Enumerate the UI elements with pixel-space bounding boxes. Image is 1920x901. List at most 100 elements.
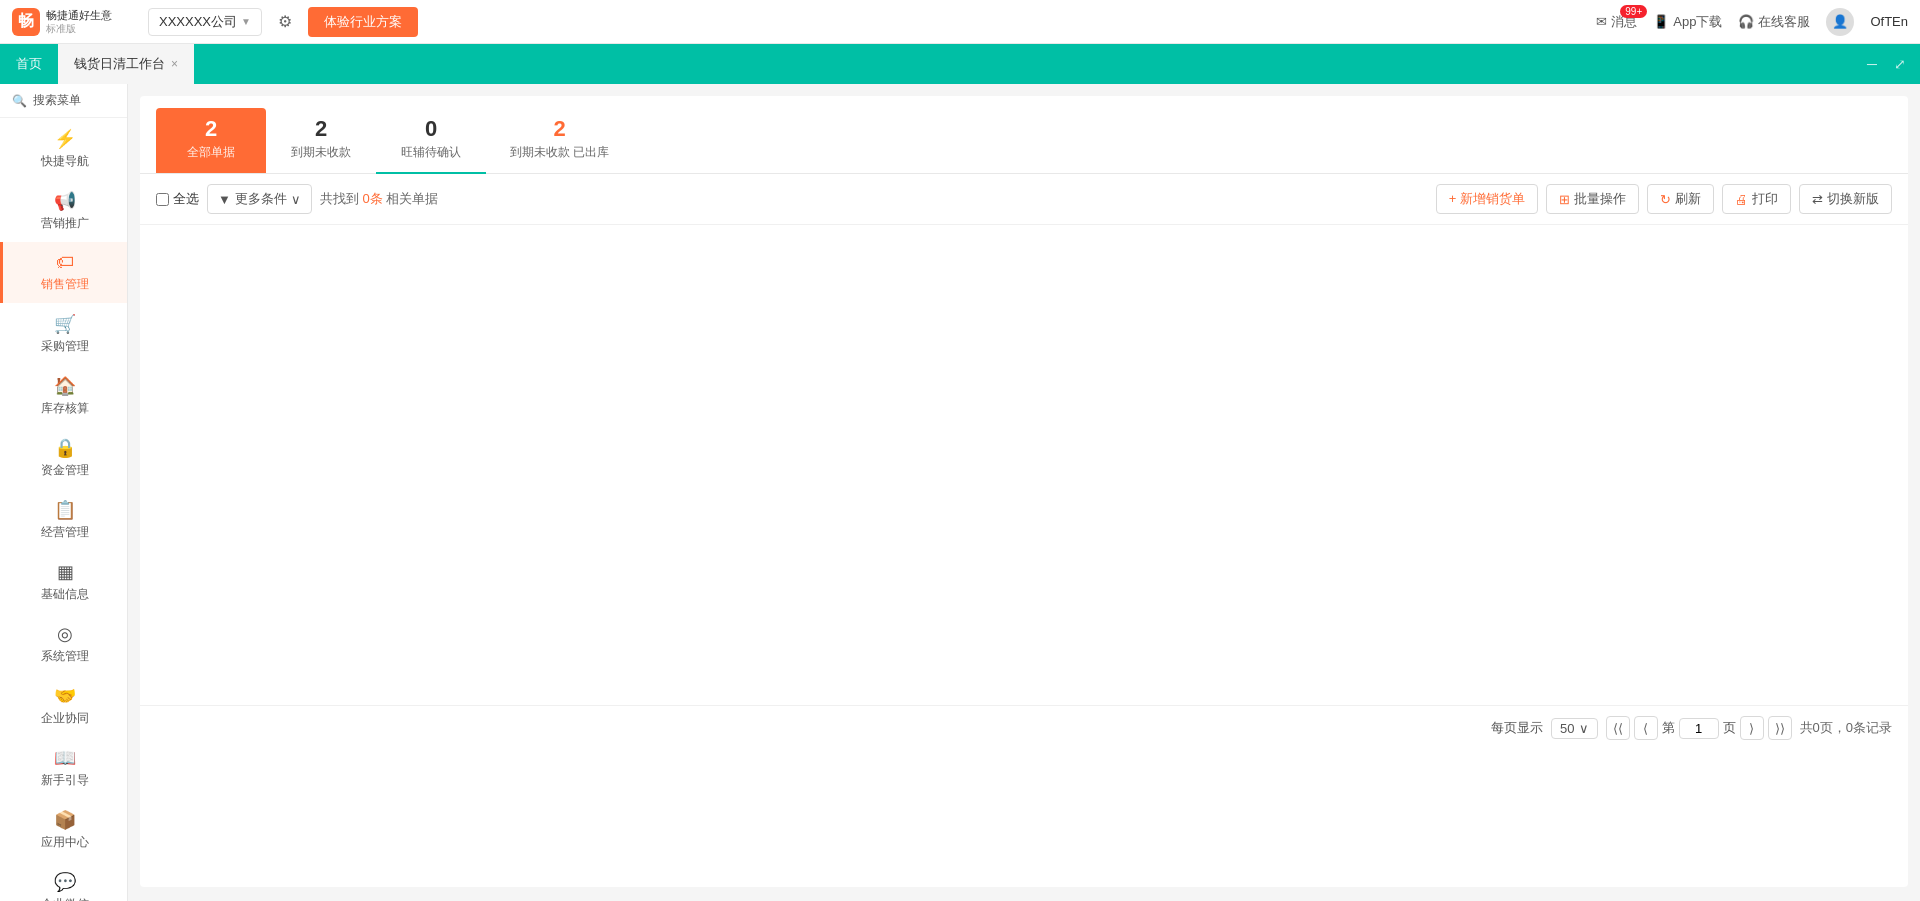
system-icon: ◎: [57, 623, 73, 645]
stat-tab-shipped[interactable]: 2 到期未收款 已出库: [486, 108, 633, 173]
user-icon: 👤: [1832, 14, 1848, 29]
quick-nav-icon: ⚡: [54, 128, 76, 150]
header-right: ✉ 消息 99+ 📱 App下载 🎧 在线客服 👤 OfTEn: [1596, 8, 1908, 36]
basic-info-icon: ▦: [57, 561, 74, 583]
toolbar-left: 全选 ▼ 更多条件 ∨ 共找到 0条 相关单据: [156, 184, 1424, 214]
wechat-icon: 💬: [54, 871, 76, 893]
page-number-input[interactable]: [1679, 718, 1719, 739]
page-size-label: 每页显示: [1491, 719, 1543, 737]
prev-page-button[interactable]: ⟨: [1634, 716, 1658, 740]
sidebar-item-cooperation[interactable]: 🤝 企业协同: [0, 675, 127, 737]
message-badge: 99+: [1620, 5, 1647, 18]
trial-button[interactable]: 体验行业方案: [308, 7, 418, 37]
new-sale-order-button[interactable]: + 新增销货单: [1436, 184, 1538, 214]
stat-num-pending: 0: [425, 116, 437, 142]
total-records: 共0页，0条记录: [1800, 719, 1892, 737]
maximize-button[interactable]: ⤢: [1888, 52, 1912, 76]
tab-home[interactable]: 首页: [0, 44, 58, 84]
batch-operation-button[interactable]: ⊞ 批量操作: [1546, 184, 1639, 214]
page-text: 第: [1662, 719, 1675, 737]
switch-version-button[interactable]: ⇄ 切换新版: [1799, 184, 1892, 214]
tab-bar: 首页 钱货日清工作台 × ─ ⤢: [0, 44, 1920, 84]
pagination: 每页显示 50 ∨ ⟨⟨ ⟨ 第 页 ⟩ ⟩⟩ 共0页，0条记录: [140, 705, 1908, 750]
search-icon: 🔍: [12, 94, 27, 108]
app-download-button[interactable]: 📱 App下载: [1653, 13, 1722, 31]
stat-label-overdue: 到期未收款: [291, 144, 351, 161]
chevron-down-icon: ∨: [291, 192, 301, 207]
service-icon: 🎧: [1738, 14, 1754, 29]
refresh-icon: ↻: [1660, 192, 1671, 207]
sales-icon: 🏷: [56, 252, 74, 273]
stat-num-overdue: 2: [315, 116, 327, 142]
username-label: OfTEn: [1870, 14, 1908, 29]
stat-tab-pending[interactable]: 0 旺辅待确认: [376, 108, 486, 173]
refresh-button[interactable]: ↻ 刷新: [1647, 184, 1714, 214]
app-center-icon: 📦: [54, 809, 76, 831]
sidebar: 🔍 搜索菜单 ⚡ 快捷导航 📢 营销推广 🏷 销售管理 🛒 采购管理 🏠 库存核…: [0, 84, 128, 901]
operation-icon: 📋: [54, 499, 76, 521]
first-page-button[interactable]: ⟨⟨: [1606, 716, 1630, 740]
sidebar-item-inventory[interactable]: 🏠 库存核算: [0, 365, 127, 427]
top-header: 畅 畅捷通好生意 标准版 XXXXXX公司 ▼ ⚙ 体验行业方案 ✉ 消息 99…: [0, 0, 1920, 44]
filter-icon: ▼: [218, 192, 231, 207]
message-icon: ✉: [1596, 14, 1607, 29]
sidebar-item-marketing[interactable]: 📢 营销推广: [0, 180, 127, 242]
logo-area: 畅 畅捷通好生意 标准版: [12, 8, 140, 36]
last-page-button[interactable]: ⟩⟩: [1768, 716, 1792, 740]
close-tab-icon[interactable]: ×: [171, 57, 178, 71]
company-selector[interactable]: XXXXXX公司 ▼: [148, 8, 262, 36]
purchase-icon: 🛒: [54, 313, 76, 335]
toolbar: 全选 ▼ 更多条件 ∨ 共找到 0条 相关单据 + 新增销货单 ⊞: [140, 174, 1908, 225]
tab-bar-actions: ─ ⤢: [1860, 52, 1920, 76]
message-button[interactable]: ✉ 消息 99+: [1596, 13, 1637, 31]
stat-tab-overdue[interactable]: 2 到期未收款: [266, 108, 376, 173]
sidebar-item-system[interactable]: ◎ 系统管理: [0, 613, 127, 675]
batch-icon: ⊞: [1559, 192, 1570, 207]
logo-icon: 畅: [12, 8, 40, 36]
print-button[interactable]: 🖨 打印: [1722, 184, 1791, 214]
tab-work[interactable]: 钱货日清工作台 ×: [58, 44, 194, 84]
guide-icon: 📖: [54, 747, 76, 769]
cooperation-icon: 🤝: [54, 685, 76, 707]
sidebar-item-basic-info[interactable]: ▦ 基础信息: [0, 551, 127, 613]
select-all-input[interactable]: [156, 193, 169, 206]
chevron-down-icon: ∨: [1579, 721, 1589, 736]
stat-num-all: 2: [205, 116, 217, 142]
sidebar-item-purchase[interactable]: 🛒 采购管理: [0, 303, 127, 365]
more-filter-button[interactable]: ▼ 更多条件 ∨: [207, 184, 312, 214]
minimize-button[interactable]: ─: [1860, 52, 1884, 76]
sidebar-item-sales[interactable]: 🏷 销售管理: [0, 242, 127, 303]
stat-label-all: 全部单据: [187, 144, 235, 161]
chevron-down-icon: ▼: [241, 16, 251, 27]
page-suffix: 页: [1723, 719, 1736, 737]
sidebar-item-quick-nav[interactable]: ⚡ 快捷导航: [0, 118, 127, 180]
stat-tab-all[interactable]: 2 全部单据: [156, 108, 266, 173]
page-size-select[interactable]: 50 ∨: [1551, 718, 1597, 739]
sidebar-item-app-center[interactable]: 📦 应用中心: [0, 799, 127, 861]
sidebar-item-finance[interactable]: 🔒 资金管理: [0, 427, 127, 489]
select-all-checkbox[interactable]: 全选: [156, 190, 199, 208]
switch-icon: ⇄: [1812, 192, 1823, 207]
sidebar-item-guide[interactable]: 📖 新手引导: [0, 737, 127, 799]
settings-button[interactable]: ⚙: [270, 7, 300, 37]
found-count: 0条: [363, 191, 383, 206]
stat-label-pending: 旺辅待确认: [401, 144, 461, 161]
avatar[interactable]: 👤: [1826, 8, 1854, 36]
search-menu-button[interactable]: 🔍 搜索菜单: [0, 84, 127, 118]
inventory-icon: 🏠: [54, 375, 76, 397]
sidebar-item-wechat[interactable]: 💬 企业微信: [0, 861, 127, 901]
sidebar-item-operation[interactable]: 📋 经营管理: [0, 489, 127, 551]
finance-icon: 🔒: [54, 437, 76, 459]
next-page-button[interactable]: ⟩: [1740, 716, 1764, 740]
stat-label-shipped: 到期未收款 已出库: [510, 144, 609, 161]
table-area: [140, 225, 1908, 705]
found-text: 共找到 0条 相关单据: [320, 190, 438, 208]
page-navigation: ⟨⟨ ⟨ 第 页 ⟩ ⟩⟩: [1606, 716, 1792, 740]
gear-icon: ⚙: [278, 12, 292, 31]
content-card: 2 全部单据 2 到期未收款 0 旺辅待确认 2 到期未收款 已出库 全选: [140, 96, 1908, 887]
logo-text: 畅捷通好生意 标准版: [46, 8, 112, 35]
main-content: 2 全部单据 2 到期未收款 0 旺辅待确认 2 到期未收款 已出库 全选: [128, 84, 1920, 901]
toolbar-right: + 新增销货单 ⊞ 批量操作 ↻ 刷新 🖨 打印 ⇄ 切换新版: [1436, 184, 1892, 214]
online-service-button[interactable]: 🎧 在线客服: [1738, 13, 1810, 31]
marketing-icon: 📢: [54, 190, 76, 212]
